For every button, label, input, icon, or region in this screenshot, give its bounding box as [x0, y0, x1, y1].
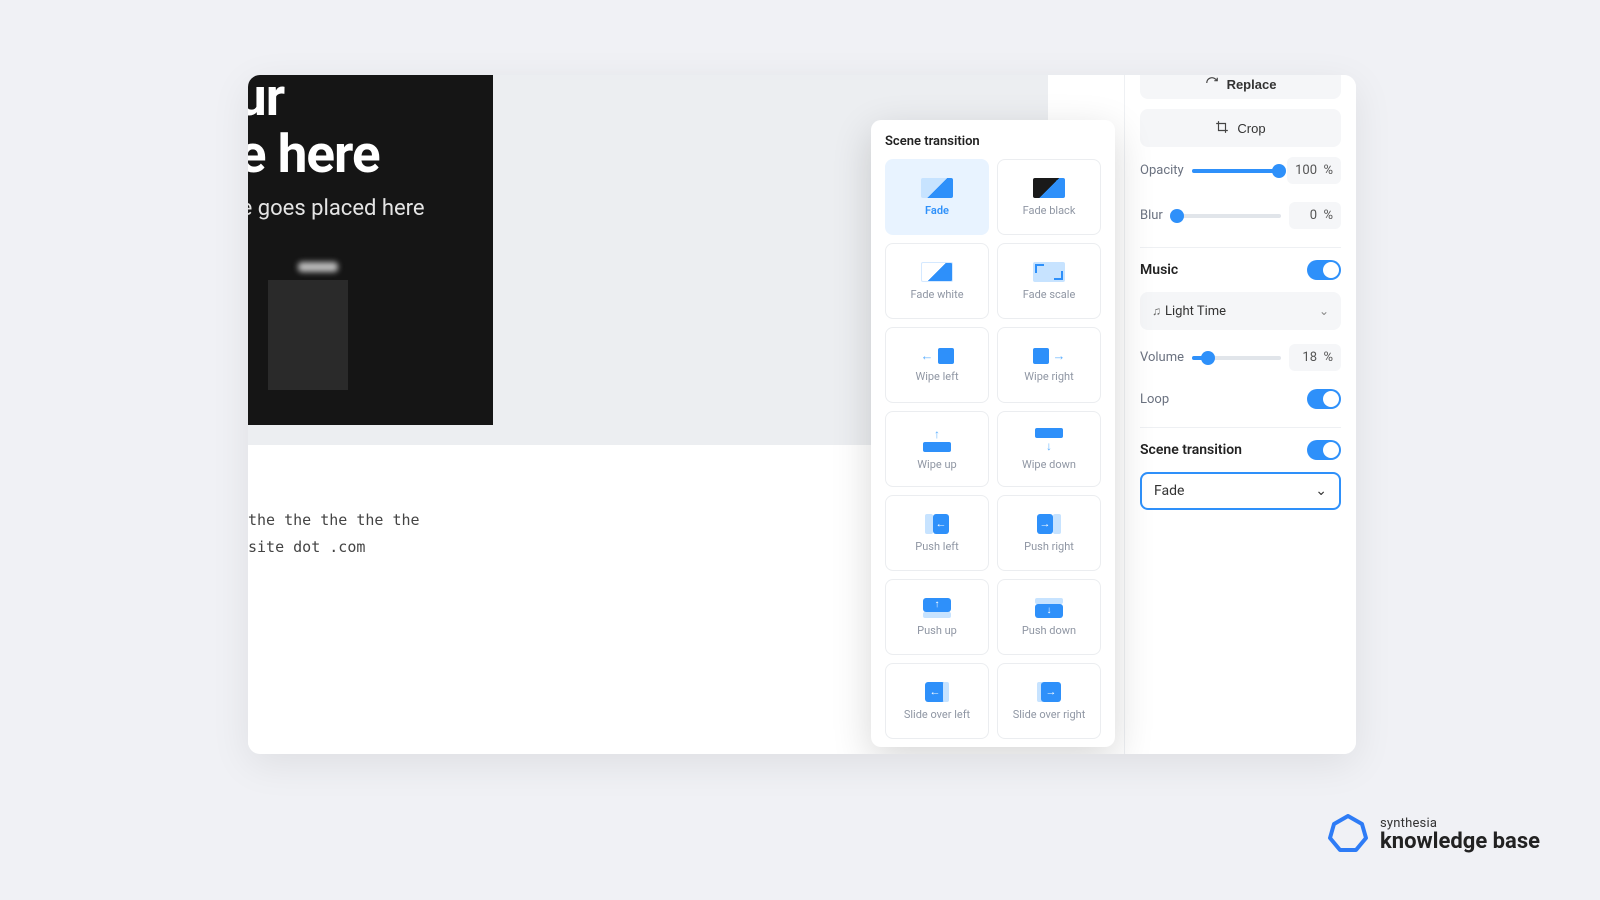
- music-toggle[interactable]: [1307, 260, 1341, 280]
- transition-label: Push left: [915, 540, 958, 553]
- chevron-down-icon: ⌄: [1319, 304, 1329, 318]
- opacity-row: Opacity 100 %: [1140, 157, 1341, 184]
- transition-option-fadeblack[interactable]: Fade black: [997, 159, 1101, 235]
- transition-option-slideoverright[interactable]: → Slide over right: [997, 663, 1101, 739]
- divider: [1140, 247, 1341, 248]
- transition-label: Push up: [917, 624, 957, 637]
- footer-logo: synthesia knowledge base: [1328, 814, 1540, 854]
- brand-subtitle: knowledge base: [1380, 831, 1540, 853]
- blur-label: Blur: [1140, 208, 1163, 223]
- chevron-down-icon: ⌄: [1315, 483, 1327, 499]
- loop-label: Loop: [1140, 392, 1169, 407]
- transition-option-slideoverleft[interactable]: ← Slide over left: [885, 663, 989, 739]
- avatar-figure: [268, 280, 348, 390]
- blur-row: Blur 0 %: [1140, 202, 1341, 229]
- transition-icon-wiperight: →: [1033, 348, 1066, 364]
- transition-icon-fade: [921, 178, 953, 198]
- music-section-header: Music: [1140, 260, 1341, 280]
- transition-icon-fadeblack: [1033, 178, 1065, 198]
- scene-transition-popover: Scene transition Fade Fade black Fade whit…: [871, 120, 1115, 747]
- popover-title: Scene transition: [885, 134, 1101, 149]
- scene-transition-label: Scene transition: [1140, 442, 1242, 458]
- transition-label: Push right: [1024, 540, 1074, 553]
- transition-option-wiperight[interactable]: → Wipe right: [997, 327, 1101, 403]
- music-label: Music: [1140, 262, 1178, 278]
- transition-label: Fade white: [910, 288, 963, 301]
- replace-label: Replace: [1227, 77, 1277, 92]
- blur-slider-thumb[interactable]: [1170, 209, 1184, 223]
- transition-option-fade[interactable]: Fade: [885, 159, 989, 235]
- transition-option-pushleft[interactable]: ← Push left: [885, 495, 989, 571]
- crop-button[interactable]: Crop: [1140, 109, 1341, 147]
- opacity-slider-thumb[interactable]: [1272, 164, 1286, 178]
- blur-value: 0 %: [1289, 202, 1341, 229]
- script-line: the the the the the: [248, 508, 420, 534]
- music-track-select[interactable]: ♫ Light Time ⌄: [1140, 292, 1341, 330]
- transition-option-pushright[interactable]: → Push right: [997, 495, 1101, 571]
- slide-subtitle: Subtitle goes placed here: [248, 196, 425, 221]
- transition-icon-slideoverright: →: [1037, 682, 1061, 702]
- transition-option-wipedown[interactable]: ↓ Wipe down: [997, 411, 1101, 487]
- loop-toggle[interactable]: [1307, 389, 1341, 409]
- script-line: site dot .com: [248, 535, 365, 561]
- blur-slider[interactable]: [1171, 214, 1281, 218]
- transition-icon-fadescale: [1033, 262, 1065, 282]
- transition-option-pushup[interactable]: ↑ Push up: [885, 579, 989, 655]
- music-track-value: Light Time: [1165, 304, 1226, 319]
- scene-transition-toggle[interactable]: [1307, 440, 1341, 460]
- music-note-icon: ♫: [1152, 304, 1161, 318]
- divider: [1140, 427, 1341, 428]
- scene-transition-select[interactable]: Fade ⌄: [1140, 472, 1341, 510]
- transition-label: Fade: [925, 204, 949, 217]
- volume-slider[interactable]: [1192, 356, 1281, 360]
- crop-icon: [1215, 120, 1229, 137]
- transition-option-fadescale[interactable]: Fade scale: [997, 243, 1101, 319]
- opacity-label: Opacity: [1140, 163, 1184, 178]
- transition-icon-pushleft: ←: [925, 514, 949, 534]
- transition-label: Fade black: [1023, 204, 1076, 217]
- transition-option-pushdown[interactable]: ↓ Push down: [997, 579, 1101, 655]
- replace-icon: [1205, 76, 1219, 93]
- crop-label: Crop: [1237, 121, 1265, 136]
- transition-icon-slideoverleft: ←: [925, 682, 949, 702]
- transition-option-wipeleft[interactable]: ← Wipe left: [885, 327, 989, 403]
- volume-label: Volume: [1140, 350, 1184, 365]
- transition-option-wipeup[interactable]: ↑ Wipe up: [885, 411, 989, 487]
- transition-label: Wipe down: [1022, 458, 1076, 471]
- scene-transition-value: Fade: [1154, 483, 1184, 499]
- transition-icon-wipedown: ↓: [1035, 428, 1063, 452]
- replace-button[interactable]: Replace: [1140, 75, 1341, 99]
- transition-label: Slide over right: [1013, 708, 1086, 721]
- volume-slider-thumb[interactable]: [1201, 351, 1215, 365]
- volume-value: 18 %: [1289, 344, 1341, 371]
- logo-text: synthesia knowledge base: [1380, 816, 1540, 853]
- transition-label: Wipe right: [1024, 370, 1073, 383]
- opacity-slider[interactable]: [1192, 169, 1279, 173]
- opacity-value: 100 %: [1287, 157, 1341, 184]
- transition-label: Fade scale: [1023, 288, 1076, 301]
- transition-icon-pushright: →: [1037, 514, 1061, 534]
- app-window: Your title here Subtitle goes placed her…: [248, 75, 1356, 754]
- video-slide-preview: Your title here Subtitle goes placed her…: [248, 75, 493, 425]
- loop-row: Loop: [1140, 389, 1341, 409]
- slide-title-line2: title here: [248, 127, 380, 183]
- transition-icon-pushdown: ↓: [1035, 598, 1063, 618]
- volume-row: Volume 18 %: [1140, 344, 1341, 371]
- scene-transition-section-header: Scene transition: [1140, 440, 1341, 460]
- transition-label: Slide over left: [904, 708, 970, 721]
- transition-icon-pushup: ↑: [923, 598, 951, 618]
- transition-option-fadewhite[interactable]: Fade white: [885, 243, 989, 319]
- transition-label: Wipe up: [917, 458, 956, 471]
- logo-icon: [1328, 814, 1368, 854]
- transition-icon-wipeup: ↑: [923, 428, 951, 452]
- transition-icon-wipeleft: ←: [921, 348, 954, 364]
- properties-sidebar: Replace Crop Opacity 100 % Blur: [1124, 75, 1356, 754]
- transition-label: Push down: [1022, 624, 1076, 637]
- slide-title-line1: Your: [248, 75, 284, 126]
- transition-icon-fadewhite: [921, 262, 953, 282]
- transition-label: Wipe left: [915, 370, 958, 383]
